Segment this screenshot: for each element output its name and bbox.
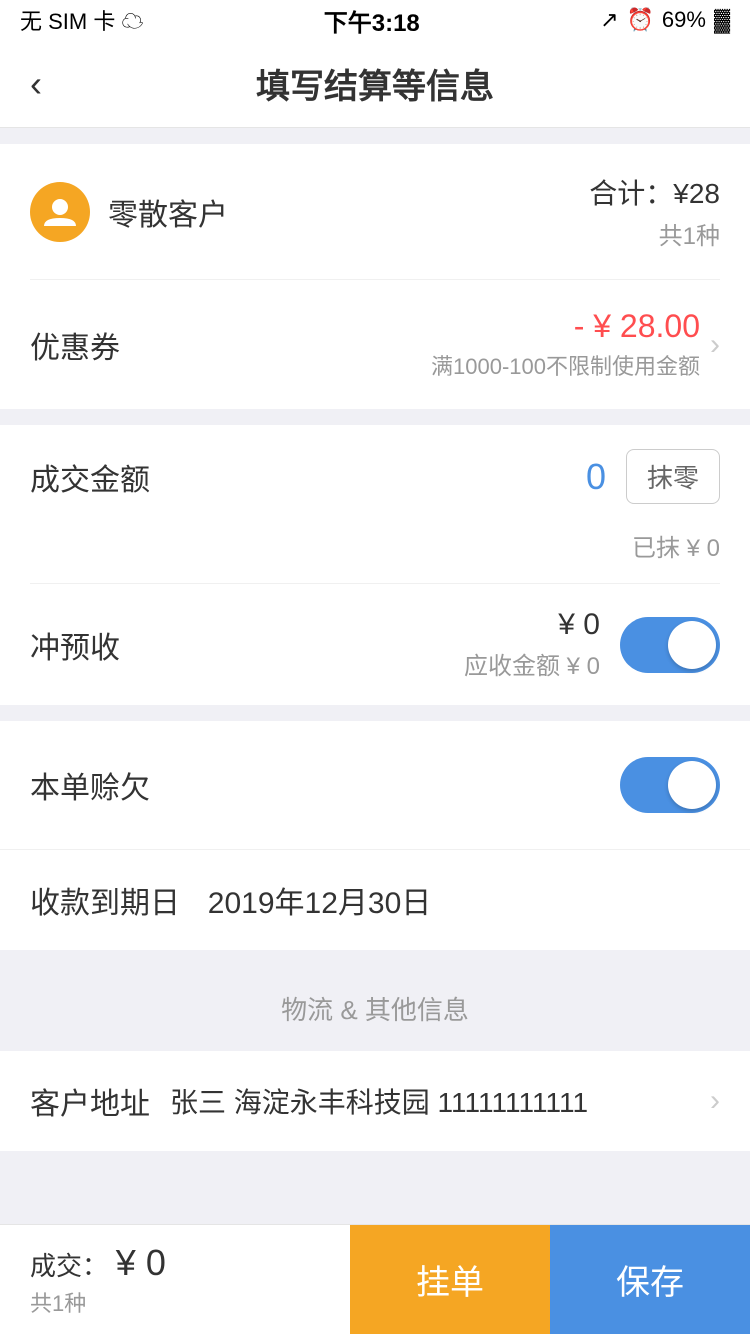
page-title: 填写结算等信息 [256,59,494,108]
main-content: 零散客户 合计：¥28 共1种 优惠券 - ¥ 28.00 满1000-100不… [0,144,750,1271]
prereceive-row: 冲预收 ¥ 0 应收金额 ¥ 0 [0,584,750,705]
transaction-label: 成交金额 [30,455,150,499]
battery-icon: ▓ [714,7,730,33]
round-off-button[interactable]: 抹零 [626,449,720,504]
total-count: 共1种 [589,216,720,251]
coupon-desc: 满1000-100不限制使用金额 [431,349,700,381]
status-right: ↗ ⏰ 69% ▓ [600,7,730,33]
prereceive-amounts: ¥ 0 应收金额 ¥ 0 [464,608,600,681]
customer-name: 零散客户 [108,190,228,234]
status-time: 下午3:18 [324,3,420,38]
due-date-row: 收款到期日 2019年12月30日 [0,849,750,950]
alarm-icon: ⏰ [627,7,654,33]
coupon-amount: - ¥ 28.00 [431,308,700,345]
logistics-header-text: 物流 & 其他信息 [281,995,469,1025]
save-button[interactable]: 保存 [550,1225,750,1334]
prereceive-label: 冲预收 [30,623,120,667]
bottom-deal-amount: ¥ 0 [116,1242,166,1283]
transaction-sub-text: 已抹 ¥ 0 [632,535,720,562]
bottom-deal-label: 成交： [30,1251,108,1281]
avatar [30,182,90,242]
transaction-right: 0 抹零 [586,449,720,504]
transaction-section: 成交金额 0 抹零 已抹 ¥ 0 冲预收 ¥ 0 应收金额 ¥ 0 [0,425,750,705]
customer-right: 合计：¥28 共1种 [589,172,720,251]
address-value: 张三 海淀永丰科技园 11111111111 [170,1081,710,1121]
status-left: 无 SIM 卡 ☁ [20,4,143,36]
due-date-label: 收款到期日 [30,887,180,920]
status-bar: 无 SIM 卡 ☁ 下午3:18 ↗ ⏰ 69% ▓ [0,0,750,40]
sim-status: 无 SIM 卡 ☁ [20,4,143,36]
bottom-bar: 成交： ¥ 0 共1种 挂单 保存 [0,1224,750,1334]
debt-toggle[interactable] [620,757,720,813]
customer-left: 零散客户 [30,182,228,242]
customer-row: 零散客户 合计：¥28 共1种 [0,144,750,279]
logistics-header: 物流 & 其他信息 [0,966,750,1051]
coupon-label: 优惠券 [30,323,120,367]
bottom-deal-row: 成交： ¥ 0 [30,1242,320,1284]
prereceive-amount: ¥ 0 [464,608,600,642]
debt-label: 本单赊欠 [30,763,150,807]
due-date-value: 2019年12月30日 [208,887,431,920]
back-button[interactable]: ‹ [30,63,42,105]
location-icon: ↗ [600,7,618,33]
bottom-deal-count: 共1种 [30,1286,320,1318]
coupon-row[interactable]: 优惠券 - ¥ 28.00 满1000-100不限制使用金额 › [0,280,750,409]
coupon-right: - ¥ 28.00 满1000-100不限制使用金额 › [431,308,720,381]
prereceive-sub: 应收金额 ¥ 0 [464,646,600,681]
address-row[interactable]: 客户地址 张三 海淀永丰科技园 11111111111 › [0,1051,750,1151]
bottom-summary: 成交： ¥ 0 共1种 [0,1242,350,1318]
transaction-amount-row: 成交金额 0 抹零 [0,425,750,528]
customer-card: 零散客户 合计：¥28 共1种 优惠券 - ¥ 28.00 满1000-100不… [0,144,750,409]
chevron-right-icon: › [710,328,720,362]
nav-bar: ‹ 填写结算等信息 [0,40,750,128]
coupon-info: - ¥ 28.00 满1000-100不限制使用金额 [431,308,700,381]
debt-row: 本单赊欠 [0,721,750,849]
hold-button[interactable]: 挂单 [350,1225,550,1334]
transaction-value[interactable]: 0 [586,456,606,498]
prereceive-right: ¥ 0 应收金额 ¥ 0 [464,608,720,681]
address-label: 客户地址 [30,1079,150,1123]
person-icon [42,194,78,230]
prereceive-toggle[interactable] [620,617,720,673]
address-chevron-icon: › [710,1084,720,1118]
debt-section: 本单赊欠 收款到期日 2019年12月30日 [0,721,750,950]
transaction-sub: 已抹 ¥ 0 [0,528,750,583]
battery-level: 69% [662,7,706,33]
total-amount: 合计：¥28 [589,172,720,212]
